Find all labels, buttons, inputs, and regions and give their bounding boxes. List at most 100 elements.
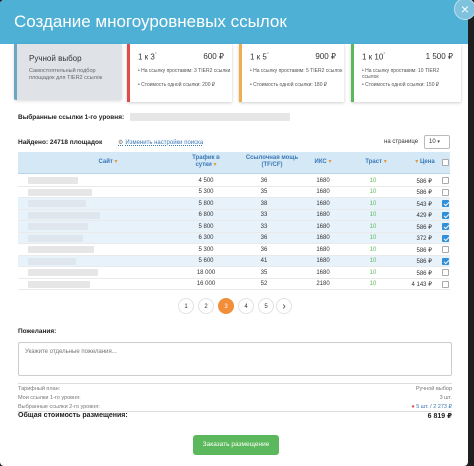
row-checkbox[interactable] [442,257,449,265]
wishes-textarea[interactable] [18,342,452,376]
cell-power: 36 [260,177,268,184]
site-name-blurred [28,269,98,276]
site-name-blurred [28,177,78,184]
cell-trust: 10 [369,223,377,230]
plan-manual-card[interactable]: Ручной выбор Самостоятельный подбор площ… [14,44,122,100]
cell-power: 41 [260,258,268,264]
table-row[interactable]: 5 800 33 1680 10 586 ₽ [18,221,450,233]
plan-card-1-10[interactable]: 1 к 10* 1 500 ₽ • На ссылку проставим: 1… [351,44,461,102]
cell-iks: 1680 [316,200,330,207]
sort-icon: ▾ [383,159,387,165]
cell-price: 543 ₽ [416,201,433,208]
table-row[interactable]: 18 000 35 1680 10 586 ₽ [18,267,450,279]
col-site[interactable]: Сайт ▾ [88,159,128,166]
table-row[interactable]: 5 600 41 1680 10 586 ₽ [18,255,450,267]
cell-price: 586 ₽ [416,190,433,196]
plan-line-links: • На ссылку проставим: 5 TIER2 ссылок [250,68,343,74]
summary-tariff: Тарифный план: Ручной выбор [18,386,452,392]
plan-line-cost: • Стоимость одной ссылки: 200 ₽ [138,82,216,88]
cell-traffic: 18 000 [196,269,216,276]
cell-trust: 10 [369,189,377,195]
plan-manual-title: Ручной выбор [29,54,82,63]
sort-icon: ▾ [328,159,332,165]
cell-power: 35 [260,189,268,195]
plan-manual-desc: Самостоятельный подбор площадок для TIER… [29,68,103,81]
cell-iks: 1680 [316,258,330,264]
modal-title: Создание многоуровневых ссылок [14,12,287,31]
cell-traffic: 5 300 [198,189,214,195]
cell-iks: 1680 [316,189,330,195]
row-checkbox[interactable] [442,234,449,242]
cell-trust: 10 [369,235,377,241]
select-all-checkbox[interactable] [442,159,449,166]
summary-level1: Мои ссылки 1-го уровня: 3 шт. [18,395,452,401]
plan-card-1-5[interactable]: 1 к 5* 900 ₽ • На ссылку проставим: 5 TI… [239,44,344,102]
cell-price: 586 ₽ [416,270,433,277]
plan-selector: Ручной выбор Самостоятельный подбор площ… [0,44,468,104]
cell-iks: 1680 [316,223,330,230]
plan-ratio: 1 к 5* [250,52,269,62]
page-4[interactable]: 4 [238,298,254,314]
col-iks[interactable]: ИКС ▾ [308,159,338,166]
sort-icon: ▾ [415,159,419,165]
cell-price: 586 ₽ [416,178,433,185]
plan-card-1-3[interactable]: 1 к 3* 600 ₽ • На ссылку проставим: 3 TI… [127,44,232,102]
row-checkbox[interactable] [442,246,449,253]
table-row[interactable]: 4 500 36 1680 10 586 ₽ [18,175,450,187]
order-placement-button[interactable]: Заказать размещение [193,435,279,455]
page-1[interactable]: 1 [178,298,194,314]
col-traffic[interactable]: Трафик в сутки ▾ [186,155,226,169]
cell-traffic: 5 600 [198,258,214,264]
table-row[interactable]: 5 300 36 1680 10 586 ₽ [18,244,450,256]
page-3-active[interactable]: 3 [218,298,234,314]
cell-price: 372 ₽ [416,236,433,242]
col-trust[interactable]: Траст ▾ [358,159,394,166]
cell-trust: 10 [369,258,377,264]
plan-price: 900 ₽ [315,52,336,61]
cell-traffic: 5 800 [198,200,214,207]
level2-link[interactable]: 5 шт. / 2 273 ₽ [416,404,452,410]
row-checkbox[interactable] [442,177,449,184]
col-power[interactable]: Ссылочная мощь (TF/CF) [244,155,300,169]
row-checkbox[interactable] [442,200,449,207]
table-row[interactable]: 16 000 52 2180 10 4 143 ₽ [18,279,450,290]
page-2[interactable]: 2 [198,298,214,314]
col-price[interactable]: ▾ Цена [410,159,440,166]
row-checkbox[interactable] [442,223,449,230]
plan-line-links: • На ссылку проставим: 3 TIER2 ссылки [138,68,231,74]
close-icon[interactable]: × [454,0,474,20]
table-row[interactable]: 5 300 35 1680 10 586 ₽ [18,187,450,198]
row-checkbox[interactable] [442,188,449,196]
cell-iks: 1680 [316,235,330,241]
cell-trust: 10 [369,269,377,276]
table-row[interactable]: 6 800 33 1680 10 429 ₽ [18,209,450,221]
cell-power: 35 [260,269,268,276]
plan-price: 600 ₽ [203,52,224,61]
plan-price: 1 500 ₽ [425,52,453,61]
sort-icon: ▾ [114,159,118,165]
cell-traffic: 5 300 [198,246,214,253]
site-name-blurred [28,234,83,242]
row-checkbox[interactable] [442,280,449,288]
site-name-blurred [28,223,88,230]
cell-trust: 10 [369,212,377,218]
cell-traffic: 6 300 [198,235,214,241]
row-checkbox[interactable] [442,269,449,276]
page-5[interactable]: 5 [258,298,274,314]
cell-power: 33 [260,223,268,230]
next-page-icon[interactable]: › [276,298,292,314]
cell-trust: 10 [369,200,377,207]
cell-price: 586 ₽ [416,247,433,254]
cell-trust: 10 [369,281,377,287]
modal-header: Создание многоуровневых ссылок [0,0,468,44]
cell-iks: 1680 [316,177,330,184]
site-name-blurred [28,246,94,253]
change-search-settings-link[interactable]: ⚙ Изменить настройки поиска [118,139,203,146]
table-row[interactable]: 5 800 38 1680 10 543 ₽ [18,198,450,210]
cell-traffic: 4 500 [198,177,214,184]
divider [18,383,452,384]
per-page-select[interactable]: 10 ▾ [424,135,450,149]
row-checkbox[interactable] [442,211,449,219]
table-row[interactable]: 6 300 36 1680 10 372 ₽ [18,232,450,244]
cell-price: 586 ₽ [416,259,433,265]
